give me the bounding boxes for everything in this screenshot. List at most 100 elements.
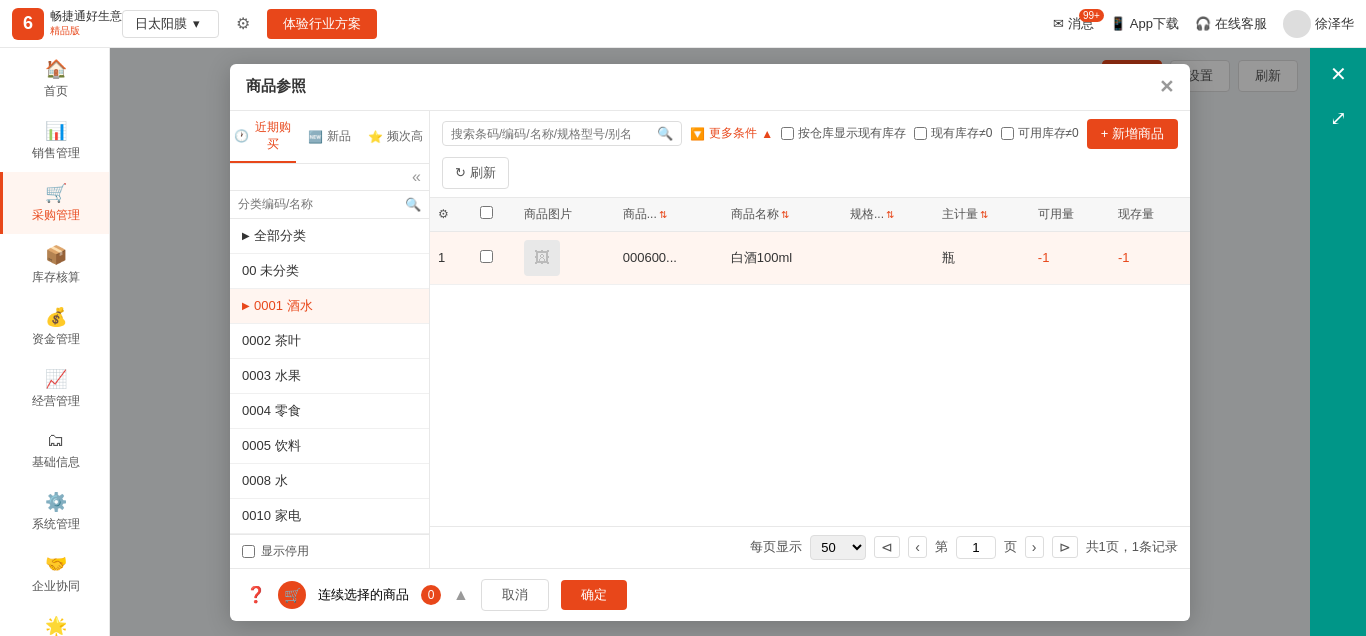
row-checkbox-cell[interactable] bbox=[472, 231, 517, 284]
home-icon: 🏠 bbox=[45, 58, 67, 80]
cat-item-water[interactable]: 0008 水 bbox=[230, 464, 429, 499]
table-header-row: ⚙ 商品图片 商品...⇅ 商品名称⇅ 规格...⇅ 主计量⇅ 可用量 现存量 bbox=[430, 198, 1190, 232]
user-menu[interactable]: 徐泽华 bbox=[1283, 10, 1354, 38]
cat-item-snacks[interactable]: 0004 零食 bbox=[230, 394, 429, 429]
next-page-button[interactable]: › bbox=[1025, 536, 1044, 558]
collapse-button[interactable]: « bbox=[412, 168, 421, 186]
cat-item-label: 0002 茶叶 bbox=[242, 332, 301, 350]
sidebar-item-label: 基础信息 bbox=[32, 454, 80, 471]
sidebar-item-inventory[interactable]: 📦 库存核算 bbox=[0, 234, 109, 296]
product-toolbar: 🔍 🔽 更多条件 ▲ 按仓库显示现有库存 bbox=[430, 111, 1190, 198]
page-number-input[interactable] bbox=[956, 536, 996, 559]
page-label: 第 bbox=[935, 538, 948, 556]
cat-item-liquor[interactable]: ▶ 0001 酒水 bbox=[230, 289, 429, 324]
sidebar-item-purchase[interactable]: 🛒 采购管理 bbox=[0, 172, 109, 234]
sidebar-item-basic-info[interactable]: 🗂 基础信息 bbox=[0, 420, 109, 481]
collab-icon: 🤝 bbox=[45, 553, 67, 575]
checkbox-warehouse[interactable]: 按仓库显示现有库存 bbox=[781, 125, 906, 142]
warehouse-checkbox-input[interactable] bbox=[781, 127, 794, 140]
sidebar-item-collab[interactable]: 🤝 企业协同 bbox=[0, 543, 109, 605]
messages-button[interactable]: ✉ 消息 99+ bbox=[1053, 15, 1094, 33]
help-icon[interactable]: ❓ bbox=[246, 585, 266, 604]
operations-icon: 📈 bbox=[45, 368, 67, 390]
modal-header: 商品参照 ✕ bbox=[230, 64, 1190, 111]
online-service-button[interactable]: 🎧 在线客服 bbox=[1195, 15, 1267, 33]
add-product-button[interactable]: + 新增商品 bbox=[1087, 119, 1178, 149]
available-nonzero-checkbox-input[interactable] bbox=[1001, 127, 1014, 140]
sidebar-item-guide[interactable]: 🌟 新手引导 bbox=[0, 605, 109, 636]
nav-selector[interactable]: 日太阳膜 ▾ bbox=[122, 10, 219, 38]
logo-icon: 6 bbox=[12, 8, 44, 40]
sidebar-item-system[interactable]: ⚙️ 系统管理 bbox=[0, 481, 109, 543]
filter-button[interactable]: 🔽 更多条件 ▲ bbox=[690, 125, 773, 142]
table-row[interactable]: 1 🖼 000600... 白酒100ml 瓶 bbox=[430, 231, 1190, 284]
modal-close-button[interactable]: ✕ bbox=[1159, 76, 1174, 98]
recent-icon: 🕐 bbox=[234, 129, 249, 143]
tab-frequent[interactable]: ⭐ 频次高 bbox=[363, 111, 429, 163]
trial-button[interactable]: 体验行业方案 bbox=[267, 9, 377, 39]
cat-item-label: 0003 水果 bbox=[242, 367, 301, 385]
sidebar-item-finance[interactable]: 💰 资金管理 bbox=[0, 296, 109, 358]
right-panel-expand-button[interactable]: ⤢ bbox=[1324, 100, 1353, 136]
page-suffix: 页 bbox=[1004, 538, 1017, 556]
sidebar-item-home[interactable]: 🏠 首页 bbox=[0, 48, 109, 110]
first-page-button[interactable]: ⊲ bbox=[874, 536, 900, 558]
confirm-button[interactable]: 确定 bbox=[561, 580, 627, 610]
cat-item-appliance[interactable]: 0010 家电 bbox=[230, 499, 429, 534]
row-num: 1 bbox=[430, 231, 472, 284]
col-settings[interactable]: ⚙ bbox=[430, 198, 472, 232]
product-search-input[interactable] bbox=[451, 127, 657, 141]
cancel-button[interactable]: 取消 bbox=[481, 579, 549, 611]
category-search-input[interactable] bbox=[238, 197, 405, 211]
logo-text: 畅捷通好生意 bbox=[50, 9, 122, 25]
collapse-arrow-icon[interactable]: ▲ bbox=[453, 586, 469, 604]
per-page-label: 每页显示 bbox=[750, 538, 802, 556]
sidebar-item-sales[interactable]: 📊 销售管理 bbox=[0, 110, 109, 172]
product-panel: 🔍 🔽 更多条件 ▲ 按仓库显示现有库存 bbox=[430, 111, 1190, 568]
prev-page-button[interactable]: ‹ bbox=[908, 536, 927, 558]
row-checkbox[interactable] bbox=[480, 250, 493, 263]
top-nav: 6 畅捷通好生意 精品版 日太阳膜 ▾ ⚙ 体验行业方案 ✉ 消息 99+ 📱 … bbox=[0, 0, 1366, 48]
checkbox-available-nonzero[interactable]: 可用库存≠0 bbox=[1001, 125, 1079, 142]
sidebar-item-label: 销售管理 bbox=[32, 145, 80, 162]
tab-recent[interactable]: 🕐 近期购买 bbox=[230, 111, 296, 163]
show-disabled-checkbox[interactable] bbox=[242, 545, 255, 558]
checkbox-stock-nonzero[interactable]: 现有库存≠0 bbox=[914, 125, 992, 142]
cat-item-tea[interactable]: 0002 茶叶 bbox=[230, 324, 429, 359]
refresh-button[interactable]: ↻ 刷新 bbox=[442, 157, 509, 189]
app-download-label: App下载 bbox=[1130, 15, 1179, 33]
product-image: 🖼 bbox=[524, 240, 560, 276]
modal-footer: ❓ 🛒 连续选择的商品 0 ▲ 取消 确定 bbox=[230, 568, 1190, 621]
cat-item-drinks[interactable]: 0005 饮料 bbox=[230, 429, 429, 464]
cat-item-label: 0001 酒水 bbox=[254, 297, 313, 315]
cat-item-all[interactable]: ▶ 全部分类 bbox=[230, 219, 429, 254]
selected-count-badge: 0 bbox=[421, 585, 441, 605]
basic-info-icon: 🗂 bbox=[47, 430, 65, 451]
per-page-select[interactable]: 50 100 200 bbox=[810, 535, 866, 560]
select-all-checkbox[interactable] bbox=[480, 206, 493, 219]
logo-sub: 精品版 bbox=[50, 24, 122, 38]
sidebar-item-label: 企业协同 bbox=[32, 578, 80, 595]
search-icon: 🔍 bbox=[657, 126, 673, 141]
star-icon: ⭐ bbox=[368, 130, 383, 144]
app-download-button[interactable]: 📱 App下载 bbox=[1110, 15, 1179, 33]
pagination: 每页显示 50 100 200 ⊲ ‹ 第 页 › bbox=[430, 526, 1190, 568]
stock-nonzero-checkbox-input[interactable] bbox=[914, 127, 927, 140]
col-checkbox[interactable] bbox=[472, 198, 517, 232]
cat-item-uncategorized[interactable]: 00 未分类 bbox=[230, 254, 429, 289]
col-unit[interactable]: 主计量⇅ bbox=[934, 198, 1029, 232]
col-name[interactable]: 商品名称⇅ bbox=[723, 198, 842, 232]
sidebar-item-label: 库存核算 bbox=[32, 269, 80, 286]
col-spec[interactable]: 规格...⇅ bbox=[842, 198, 934, 232]
sales-icon: 📊 bbox=[45, 120, 67, 142]
checkbox-available-label: 可用库存≠0 bbox=[1018, 125, 1079, 142]
sidebar: 🏠 首页 📊 销售管理 🛒 采购管理 📦 库存核算 💰 资金管理 📈 经营管理 … bbox=[0, 48, 110, 636]
settings-icon[interactable]: ⚙ bbox=[227, 8, 259, 40]
last-page-button[interactable]: ⊳ bbox=[1052, 536, 1078, 558]
col-code[interactable]: 商品...⇅ bbox=[615, 198, 723, 232]
sidebar-item-operations[interactable]: 📈 经营管理 bbox=[0, 358, 109, 420]
finance-icon: 💰 bbox=[45, 306, 67, 328]
cat-item-fruit[interactable]: 0003 水果 bbox=[230, 359, 429, 394]
tab-new[interactable]: 🆕 新品 bbox=[296, 111, 362, 163]
right-panel-close-button[interactable]: ✕ bbox=[1324, 56, 1353, 92]
